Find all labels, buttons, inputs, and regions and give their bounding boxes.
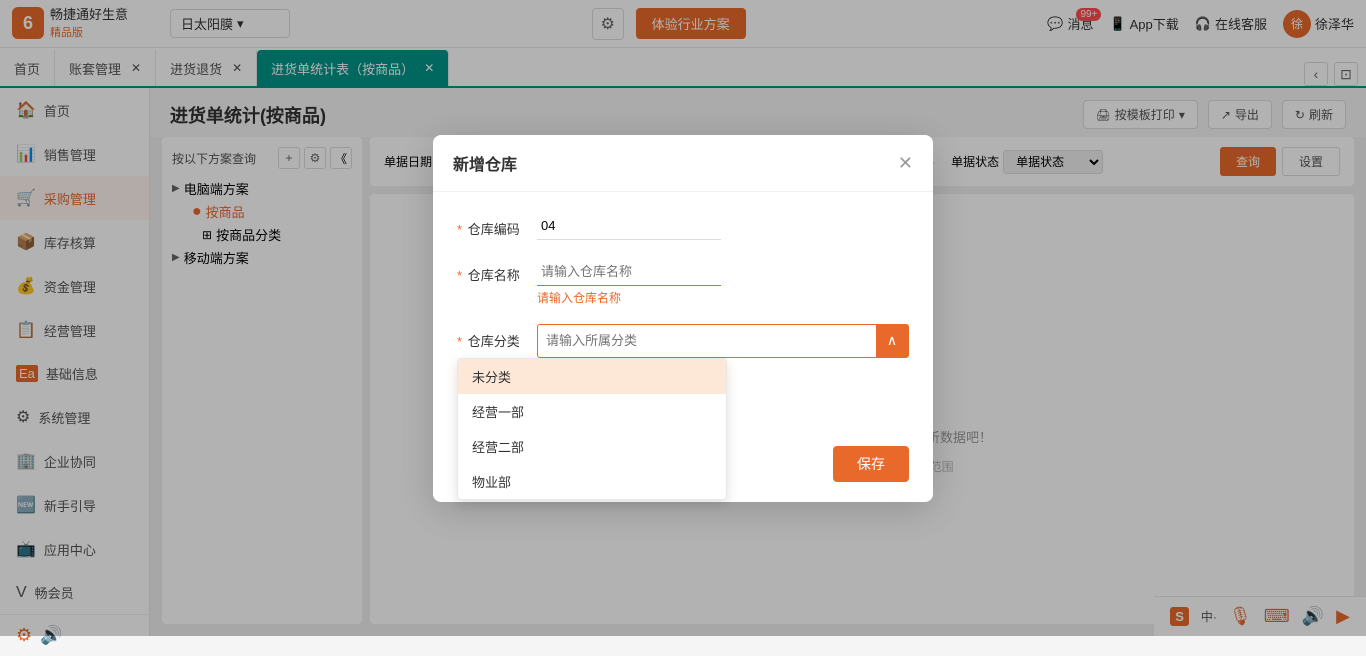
name-error-msg: 请输入仓库名称	[537, 289, 909, 306]
form-row-code: * 仓库编码	[457, 212, 909, 240]
name-control: 请输入仓库名称	[537, 258, 909, 306]
code-control	[537, 212, 909, 240]
dialog-header: 新增仓库 ✕	[433, 135, 933, 192]
dialog-close-button[interactable]: ✕	[898, 154, 913, 172]
dialog-overlay: 新增仓库 ✕ * 仓库编码 * 仓库名称	[0, 0, 1366, 636]
dropdown-option-op3[interactable]: 物业部	[458, 464, 726, 499]
new-warehouse-dialog: 新增仓库 ✕ * 仓库编码 * 仓库名称	[433, 135, 933, 502]
code-label: * 仓库编码	[457, 212, 537, 238]
category-dropdown-arrow[interactable]: ∧	[876, 325, 908, 357]
dropdown-option-none[interactable]: 未分类	[458, 359, 726, 394]
name-label: * 仓库名称	[457, 258, 537, 284]
save-button[interactable]: 保存	[833, 446, 909, 482]
category-label: * 仓库分类	[457, 324, 537, 350]
code-input[interactable]	[537, 212, 721, 240]
category-input[interactable]	[538, 327, 876, 354]
name-input[interactable]	[537, 258, 721, 286]
category-dropdown-row: ∧	[537, 324, 909, 358]
dialog-title: 新增仓库	[453, 151, 517, 175]
dropdown-option-op1[interactable]: 经营一部	[458, 394, 726, 429]
dropdown-option-op2[interactable]: 经营二部	[458, 429, 726, 464]
category-dropdown-list: 未分类 经营一部 经营二部 物业部	[457, 358, 727, 500]
form-row-category: * 仓库分类 ∧ 未分类 经营一部 经营二部 物业部	[457, 324, 909, 358]
dialog-body: * 仓库编码 * 仓库名称 请输入仓库名称	[433, 192, 933, 438]
form-row-name: * 仓库名称 请输入仓库名称	[457, 258, 909, 306]
category-control: ∧ 未分类 经营一部 经营二部 物业部	[537, 324, 909, 358]
